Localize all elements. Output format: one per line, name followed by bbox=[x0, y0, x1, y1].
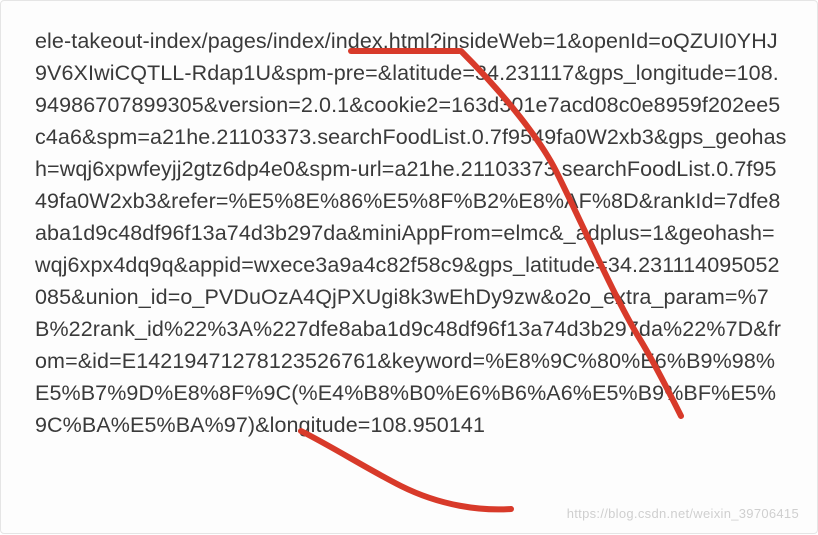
url-box: ele-takeout-index/pages/index/index.html… bbox=[0, 0, 818, 534]
watermark-text: https://blog.csdn.net/weixin_39706415 bbox=[567, 506, 799, 521]
curve-stroke-2 bbox=[301, 431, 511, 509]
url-text: ele-takeout-index/pages/index/index.html… bbox=[35, 25, 787, 441]
